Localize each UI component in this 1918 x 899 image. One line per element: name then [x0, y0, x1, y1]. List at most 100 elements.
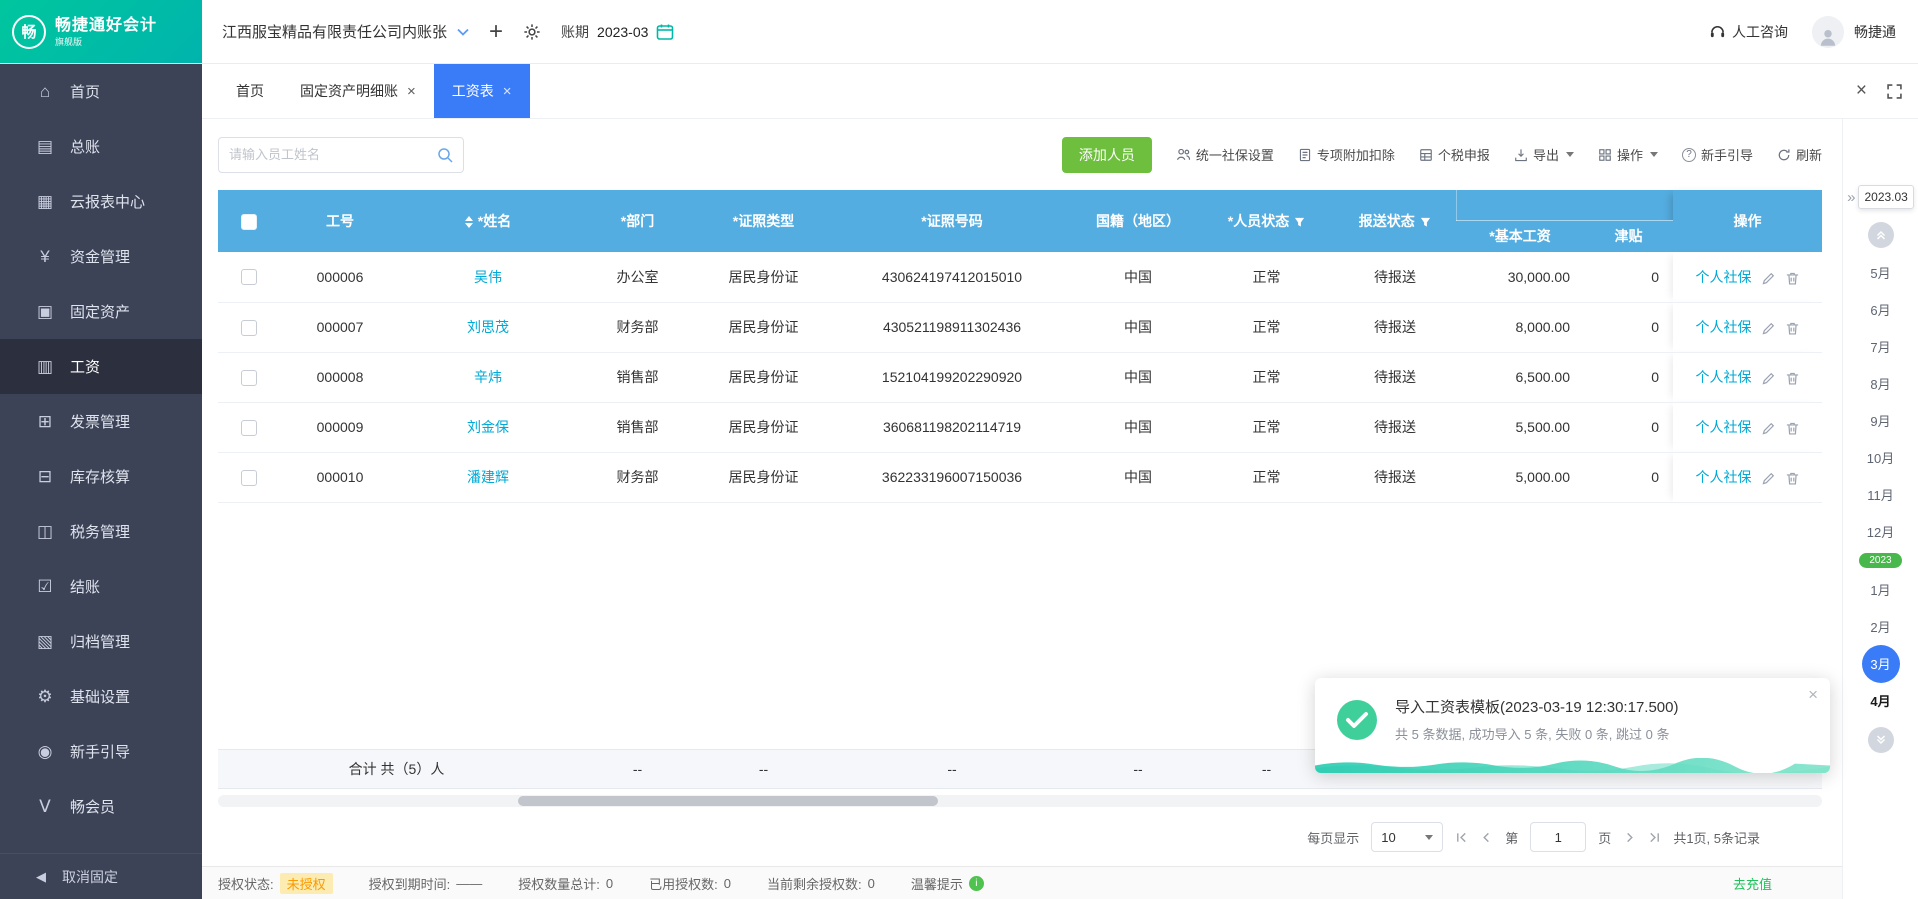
tab-home[interactable]: 首页: [218, 64, 282, 118]
toolbar-export-button[interactable]: 导出: [1514, 145, 1574, 164]
sidebar-item-inventory[interactable]: ⊟ 库存核算: [0, 449, 202, 504]
search-input[interactable]: [229, 147, 431, 162]
employee-name-link[interactable]: 辛炜: [474, 369, 502, 385]
personal-social-security-link[interactable]: 个人社保: [1696, 369, 1752, 385]
row-checkbox[interactable]: [240, 369, 257, 386]
tab-close-icon[interactable]: ×: [407, 83, 416, 100]
per-page-select[interactable]: 10: [1371, 822, 1444, 852]
add-account-set-button[interactable]: +: [489, 19, 503, 44]
first-page-button[interactable]: [1455, 831, 1468, 844]
edit-icon[interactable]: [1761, 371, 1776, 386]
personal-social-security-link[interactable]: 个人社保: [1696, 269, 1752, 285]
edit-icon[interactable]: [1761, 271, 1776, 286]
calendar-month-9月[interactable]: 9月: [1843, 402, 1918, 439]
edit-icon[interactable]: [1761, 321, 1776, 336]
col-nation[interactable]: 国籍（地区）: [1077, 190, 1199, 252]
sidebar-item-home[interactable]: ⌂ 首页: [0, 64, 202, 119]
tab-close-icon[interactable]: ×: [503, 83, 512, 100]
delete-icon[interactable]: [1785, 371, 1800, 386]
col-cert-no[interactable]: *证照号码: [827, 190, 1077, 252]
calendar-month-7月[interactable]: 7月: [1843, 328, 1918, 365]
toolbar-social-security-button[interactable]: 统一社保设置: [1176, 145, 1274, 164]
calendar-month-4月[interactable]: 4月: [1843, 682, 1918, 719]
employee-name-link[interactable]: 吴伟: [474, 269, 502, 285]
calendar-month-3月[interactable]: 3月: [1843, 644, 1918, 683]
horizontal-scrollbar[interactable]: [218, 795, 1822, 807]
sidebar-item-base-settings[interactable]: ⚙ 基础设置: [0, 669, 202, 724]
employee-name-link[interactable]: 潘建辉: [467, 469, 509, 485]
company-selector[interactable]: 江西服宝精品有限责任公司内账张: [222, 21, 469, 42]
employee-name-link[interactable]: 刘思茂: [467, 319, 509, 335]
edit-icon[interactable]: [1761, 471, 1776, 486]
next-page-button[interactable]: [1623, 831, 1636, 844]
row-checkbox[interactable]: [240, 269, 257, 286]
col-base-salary[interactable]: *基本工资: [1456, 220, 1584, 252]
search-icon[interactable]: [437, 147, 453, 163]
toolbar-operate-button[interactable]: 操作: [1598, 145, 1658, 164]
calendar-month-5月[interactable]: 5月: [1843, 254, 1918, 291]
scrollbar-thumb[interactable]: [518, 796, 938, 806]
toolbar-refresh-button[interactable]: 刷新: [1777, 145, 1822, 164]
support-link[interactable]: 人工咨询: [1709, 22, 1788, 42]
sidebar-item-fixed-assets[interactable]: ▣ 固定资产: [0, 284, 202, 339]
col-report-status[interactable]: 报送状态: [1334, 190, 1456, 252]
personal-social-security-link[interactable]: 个人社保: [1696, 319, 1752, 335]
info-icon[interactable]: i: [968, 875, 984, 891]
sidebar-item-salary[interactable]: ▥ 工资: [0, 339, 202, 394]
col-status[interactable]: *人员状态: [1199, 190, 1334, 252]
row-checkbox[interactable]: [240, 319, 257, 336]
sort-icon[interactable]: [464, 216, 473, 229]
toast-close-icon[interactable]: ×: [1808, 686, 1818, 703]
sidebar-item-general-ledger[interactable]: ▤ 总账: [0, 119, 202, 174]
calendar-month-10月[interactable]: 10月: [1843, 439, 1918, 476]
calendar-month-1月[interactable]: 1月: [1843, 571, 1918, 608]
scroll-months-down-button[interactable]: [1867, 727, 1894, 753]
row-checkbox[interactable]: [240, 469, 257, 486]
calendar-month-8月[interactable]: 8月: [1843, 365, 1918, 402]
avatar[interactable]: [1812, 15, 1844, 48]
sidebar-item-cloud-reports[interactable]: ▦ 云报表中心: [0, 174, 202, 229]
prev-page-button[interactable]: [1480, 831, 1493, 844]
add-person-button[interactable]: 添加人员: [1061, 136, 1152, 173]
col-allowance[interactable]: 津贴: [1584, 220, 1673, 252]
select-all-checkbox[interactable]: [240, 213, 257, 230]
filter-icon[interactable]: [1420, 217, 1431, 228]
calendar-month-12月[interactable]: 12月: [1843, 513, 1918, 550]
tab-salary-sheet[interactable]: 工资表 ×: [433, 64, 530, 118]
settings-gear-icon[interactable]: [523, 23, 541, 41]
col-emp-no[interactable]: 工号: [279, 190, 401, 252]
delete-icon[interactable]: [1785, 321, 1800, 336]
calendar-month-2月[interactable]: 2月: [1843, 608, 1918, 645]
toolbar-guide-button[interactable]: ? 新手引导: [1681, 145, 1753, 164]
row-checkbox[interactable]: [240, 419, 257, 436]
col-cert-type[interactable]: *证照类型: [700, 190, 827, 252]
sidebar-item-closing[interactable]: ☑ 结账: [0, 559, 202, 614]
last-page-button[interactable]: [1648, 831, 1661, 844]
search-box[interactable]: [218, 136, 464, 173]
delete-icon[interactable]: [1785, 421, 1800, 436]
toolbar-special-deduction-button[interactable]: 专项附加扣除: [1298, 145, 1395, 164]
sidebar-item-tax[interactable]: ◫ 税务管理: [0, 504, 202, 559]
calendar-month-6月[interactable]: 6月: [1843, 291, 1918, 328]
sidebar-unpin-button[interactable]: ◀ 取消固定: [0, 853, 202, 899]
col-dept[interactable]: *部门: [575, 190, 700, 252]
col-name[interactable]: *姓名: [401, 190, 575, 252]
sidebar-item-member[interactable]: Ⅴ 畅会员: [0, 779, 202, 834]
calendar-icon[interactable]: [656, 23, 674, 41]
tab-fixed-asset-detail[interactable]: 固定资产明细账 ×: [282, 64, 434, 118]
toolbar-tax-filing-button[interactable]: 个税申报: [1419, 145, 1490, 164]
recharge-link[interactable]: 去充值: [1733, 874, 1772, 893]
sidebar-item-invoices[interactable]: ⊞ 发票管理: [0, 394, 202, 449]
close-tabs-icon[interactable]: ×: [1856, 80, 1867, 102]
edit-icon[interactable]: [1761, 421, 1776, 436]
delete-icon[interactable]: [1785, 471, 1800, 486]
calendar-month-11月[interactable]: 11月: [1843, 476, 1918, 513]
sidebar-item-beginner-guide[interactable]: ◉ 新手引导: [0, 724, 202, 779]
sidebar-item-archive[interactable]: ▧ 归档管理: [0, 614, 202, 669]
page-number-input[interactable]: [1530, 822, 1587, 852]
period-value[interactable]: 2023-03: [597, 24, 648, 40]
scroll-months-up-button[interactable]: [1867, 222, 1894, 248]
calendar-current-period[interactable]: 2023.03: [1858, 185, 1914, 209]
fullscreen-icon[interactable]: [1887, 83, 1902, 99]
collapse-panel-icon[interactable]: »: [1847, 189, 1855, 206]
